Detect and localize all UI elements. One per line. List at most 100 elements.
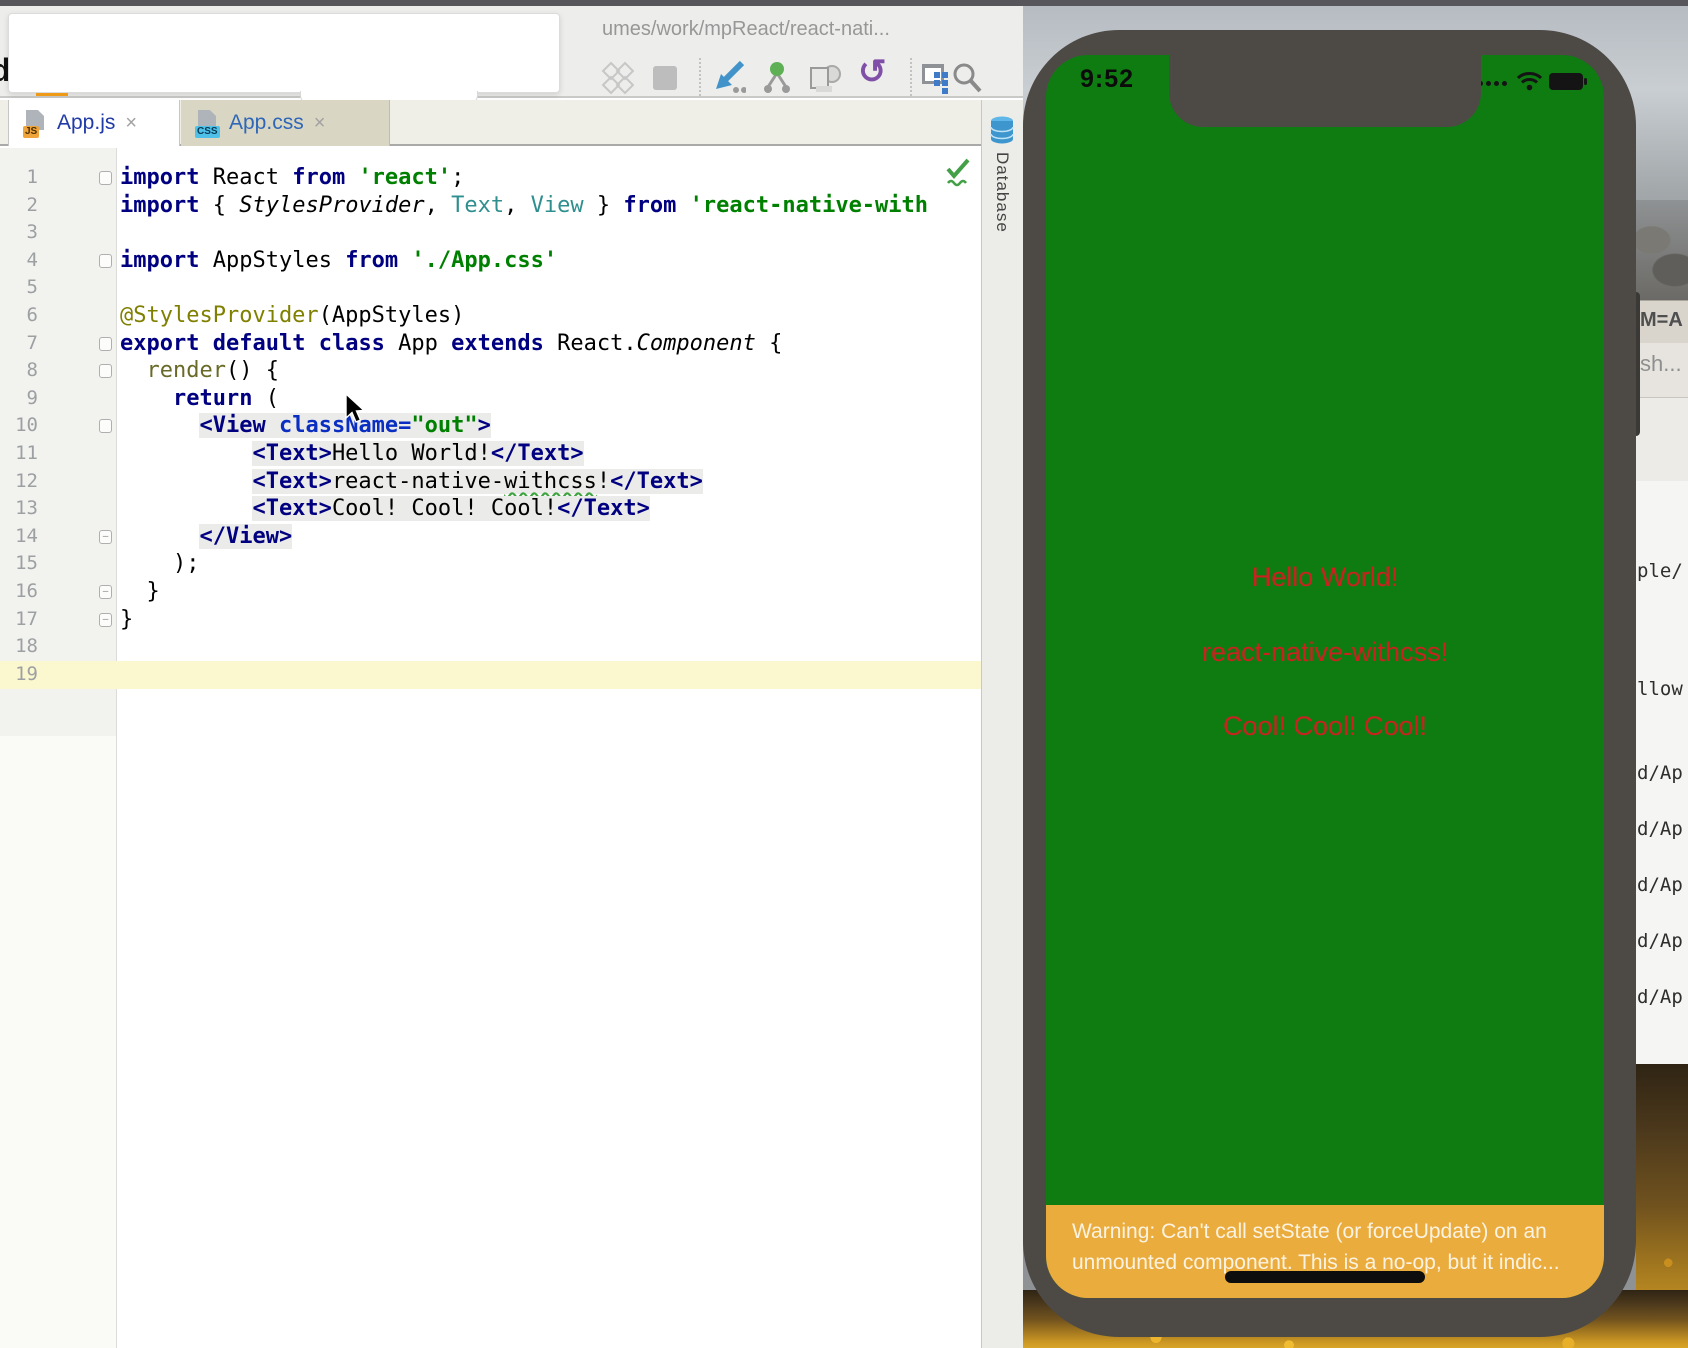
- tab-app-css[interactable]: CSS App.css ×: [181, 100, 390, 146]
- background-window-title-fragment: M=A: [1636, 300, 1688, 343]
- toolbar-separator: [910, 58, 912, 96]
- editor-tab-bar: JS App.js × CSS App.css ×: [0, 100, 981, 146]
- floating-popup: [8, 13, 560, 93]
- code-token: @StylesProvider: [120, 303, 319, 328]
- code-token: </Text>: [610, 468, 703, 494]
- code-line: );: [120, 550, 200, 578]
- tab-close-icon[interactable]: ×: [125, 112, 137, 135]
- fragment-text: M=A: [1640, 309, 1683, 331]
- gutter-lower: [0, 736, 116, 1348]
- build-icon[interactable]: [600, 60, 634, 96]
- mouse-cursor: [345, 393, 366, 423]
- code-token: (AppStyles): [318, 303, 465, 328]
- terminal-text-fragment: d/Ap: [1637, 930, 1683, 952]
- code-token: ,: [424, 192, 452, 218]
- code-editor[interactable]: 1 import React from 'react'; 2 import { Sty…: [0, 148, 981, 1348]
- code-token: "out": [411, 413, 478, 439]
- fold-marker[interactable]: [99, 419, 112, 434]
- app-text-package-name: react-native-withcss!: [1201, 637, 1449, 667]
- background-window-subtitle-fragment: sh...: [1636, 343, 1688, 397]
- diff-icon[interactable]: [808, 60, 842, 96]
- update-project-icon[interactable]: [712, 60, 746, 96]
- terminal-text-fragment: llow: [1637, 678, 1683, 700]
- rollback-icon[interactable]: ↺: [858, 52, 892, 91]
- sql-console-icon[interactable]: [920, 60, 954, 96]
- code-token: StylesProvider: [239, 192, 425, 218]
- code-token: 'react': [358, 165, 452, 190]
- line-number: 19: [15, 662, 38, 685]
- code-token: Hello World!: [331, 441, 491, 466]
- code-token: return: [172, 385, 253, 411]
- code-token: Component: [636, 330, 756, 356]
- line-number: 13: [15, 497, 38, 520]
- app-text-cool: Cool! Cool! Cool!: [1222, 711, 1428, 741]
- line-number: 2: [26, 193, 38, 216]
- fold-marker[interactable]: –: [99, 612, 112, 627]
- code-line: import { StylesProvider, Text, View } fr…: [120, 192, 928, 220]
- tab-app-js[interactable]: JS App.js ×: [8, 100, 180, 146]
- stop-icon[interactable]: [653, 66, 677, 90]
- iphone-simulator-bezel: 9:52 Hello World! react-native-withcss!: [1023, 30, 1636, 1337]
- line-number: 5: [26, 276, 38, 299]
- terminal-text-fragment: ple/: [1637, 560, 1683, 582]
- code-line: <Text>Cool! Cool! Cool!</Text>: [120, 495, 650, 523]
- database-tool-stripe[interactable]: [981, 100, 1023, 1348]
- code-token: </View>: [199, 523, 293, 549]
- code-line: <Text>Hello World!</Text>: [120, 440, 584, 468]
- code-token: react-native-: [331, 468, 505, 494]
- home-indicator: [1225, 1271, 1425, 1283]
- code-token: {: [755, 330, 783, 356]
- ide-toolbar: d umes/work/mpReact/react-nati... ↺: [0, 6, 1023, 105]
- database-stripe-label[interactable]: Database: [992, 152, 1012, 233]
- commit-icon[interactable]: [760, 60, 794, 96]
- code-token: [265, 413, 279, 439]
- react-native-warning-banner[interactable]: Warning: Can't call setState (or forceUp…: [1046, 1205, 1604, 1298]
- line-number: 10: [15, 414, 38, 437]
- code-token: Text: [451, 192, 505, 218]
- orange-underline: [36, 93, 68, 96]
- tab-close-icon[interactable]: ×: [314, 112, 326, 135]
- code-token: Cool! Cool! Cool!: [331, 496, 558, 522]
- status-bar-icons: [1478, 71, 1588, 92]
- code-token: () {: [225, 358, 279, 384]
- code-token: {: [199, 192, 240, 218]
- database-icon[interactable]: [990, 116, 1014, 144]
- notch: [1169, 55, 1481, 127]
- line-number: 3: [26, 221, 38, 244]
- js-file-icon: JS: [23, 110, 47, 138]
- tab-label: App.js: [57, 111, 116, 134]
- inspection-check-icon[interactable]: [944, 156, 972, 190]
- code-token: );: [120, 551, 200, 577]
- code-line: @StylesProvider(AppStyles): [120, 302, 464, 330]
- fold-marker[interactable]: –: [99, 585, 112, 599]
- wallpaper-rocks: [1636, 200, 1688, 300]
- iphone-screen: 9:52 Hello World! react-native-withcss!: [1046, 55, 1604, 1298]
- css-file-icon: CSS: [195, 110, 220, 138]
- terminal-text-fragment: d/Ap: [1637, 874, 1683, 896]
- code-token: from: [292, 165, 346, 190]
- fold-marker[interactable]: [99, 171, 112, 185]
- line-number: 16: [15, 580, 38, 602]
- line-number: 4: [26, 248, 38, 271]
- line-number: 15: [15, 552, 38, 575]
- fold-marker[interactable]: –: [99, 529, 112, 544]
- terminal-text-fragment: d/Ap: [1637, 818, 1683, 840]
- code-token: }: [120, 606, 134, 632]
- code-token: App: [384, 330, 452, 356]
- fold-marker[interactable]: [99, 364, 112, 379]
- cellular-signal-icon: [1478, 73, 1510, 91]
- gutter-separator: [116, 148, 117, 1348]
- fold-marker[interactable]: [99, 336, 112, 351]
- fold-marker[interactable]: [99, 253, 112, 268]
- code-line: import React from 'react';: [120, 164, 464, 192]
- search-icon[interactable]: [950, 60, 984, 96]
- line-number: 9: [26, 386, 38, 409]
- terminal-text-fragment: d/Ap: [1637, 986, 1683, 1008]
- line-number: 14: [15, 524, 38, 547]
